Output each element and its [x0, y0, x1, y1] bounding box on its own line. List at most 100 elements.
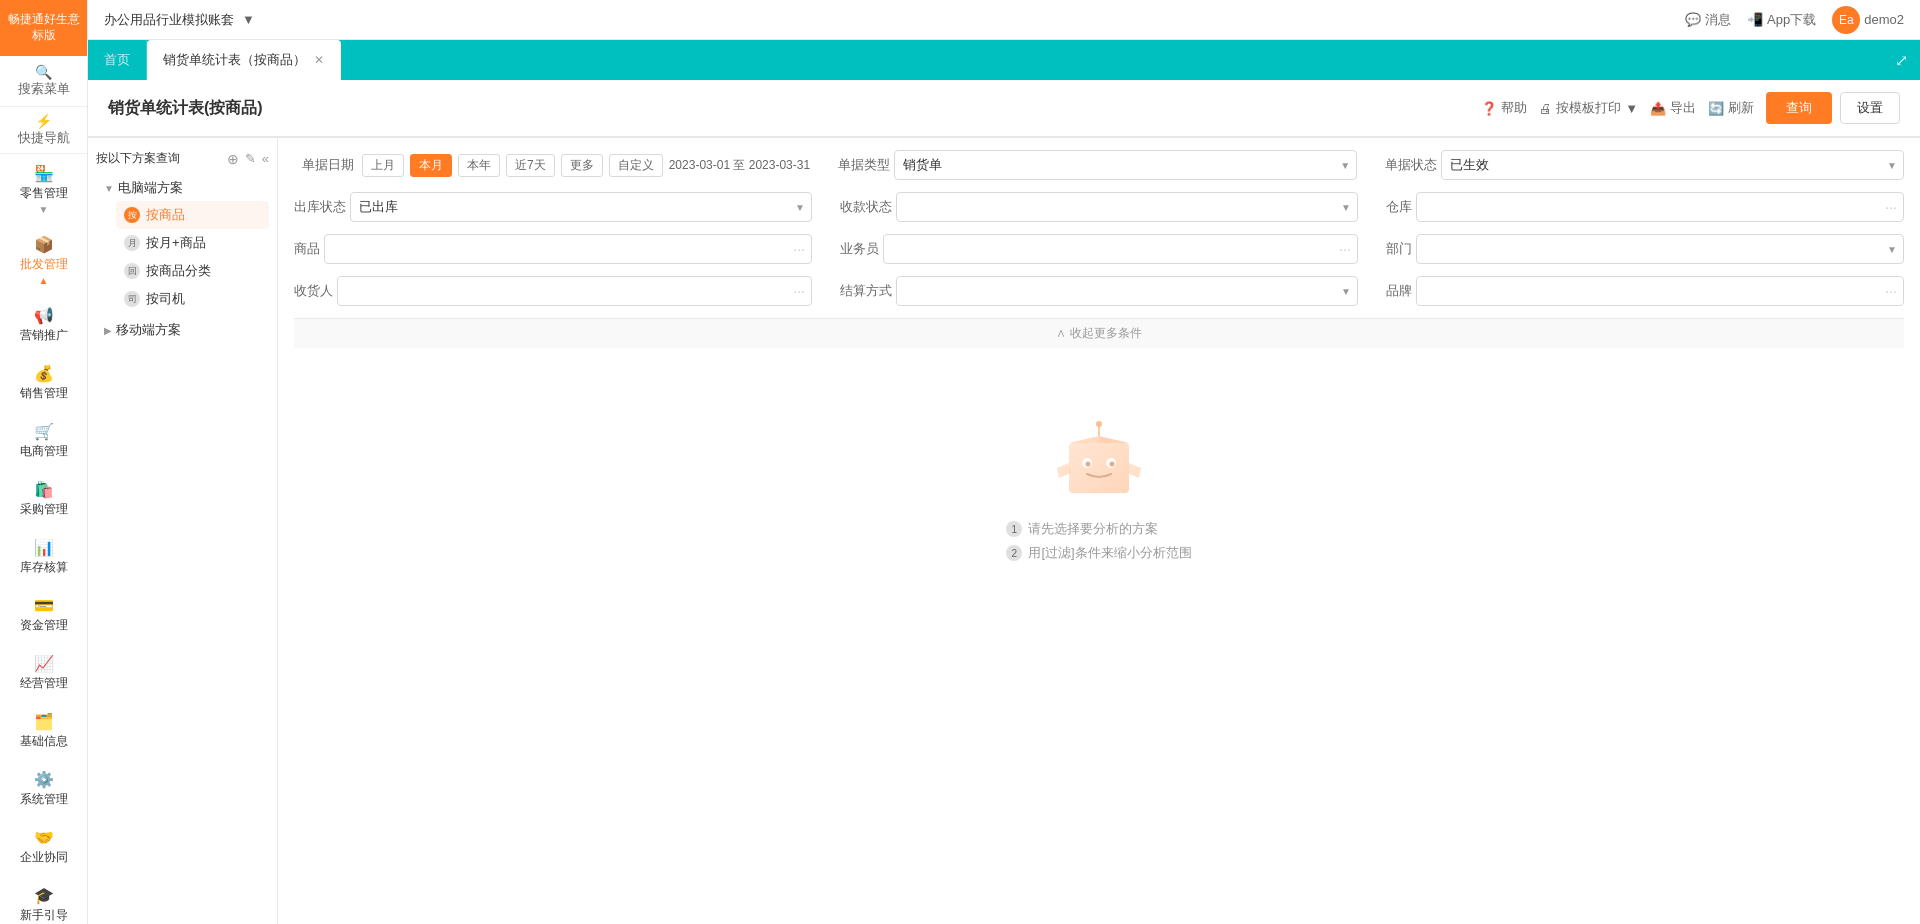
filter-row-3: 商品 ··· 业务员 ··· 部门 [294, 234, 1904, 264]
doc-status-filter: 单据状态 已生效 ▼ [1385, 150, 1904, 180]
by-category-label: 按商品分类 [146, 262, 211, 280]
date-btn-this-year[interactable]: 本年 [458, 154, 500, 177]
sidebar-item-inventory[interactable]: 📊 库存核算 [0, 528, 87, 586]
sidebar-item-basic[interactable]: 🗂️ 基础信息 [0, 702, 87, 760]
payment-method-input[interactable]: ▼ [896, 276, 1358, 306]
tree-item-by-clerk[interactable]: 司 按司机 [116, 285, 269, 313]
left-panel-title: 按以下方案查询 [96, 150, 180, 167]
add-scheme-icon[interactable]: ⊕ [227, 151, 239, 167]
guide-icon: 🎓 [34, 886, 54, 905]
department-input[interactable]: ▼ [1416, 234, 1904, 264]
ecommerce-icon: 🛒 [34, 422, 54, 441]
tree-item-by-month[interactable]: 月 按月+商品 [116, 229, 269, 257]
filter-row-2: 出库状态 已出库 ▼ 收款状态 ▼ 仓库 [294, 192, 1904, 222]
finance-label: 资金管理 [20, 617, 68, 634]
tree-mobile-section[interactable]: ▶ 移动端方案 [96, 317, 269, 343]
sidebar-item-ecommerce[interactable]: 🛒 电商管理 [0, 412, 87, 470]
tab-home[interactable]: 首页 [88, 40, 147, 80]
brand-input[interactable]: ··· [1416, 276, 1904, 306]
by-clerk-icon: 司 [124, 291, 140, 307]
svg-point-3 [1086, 462, 1091, 467]
operation-label: 经营管理 [20, 675, 68, 692]
ecommerce-label: 电商管理 [20, 443, 68, 460]
date-btn-last-month[interactable]: 上月 [362, 154, 404, 177]
industry-dropdown[interactable]: ▼ [242, 12, 255, 27]
collapse-bar[interactable]: ∧ 收起更多条件 [294, 318, 1904, 348]
department-label: 部门 [1386, 240, 1412, 258]
industry-label: 办公用品行业模拟账套 [104, 11, 234, 29]
basic-icon: 🗂️ [34, 712, 54, 731]
out-status-filter: 出库状态 已出库 ▼ [294, 192, 812, 222]
edit-scheme-icon[interactable]: ✎ [245, 151, 256, 167]
date-btn-more[interactable]: 更多 [561, 154, 603, 177]
left-panel-icons: ⊕ ✎ « [227, 151, 269, 167]
salesperson-input[interactable]: ··· [883, 234, 1358, 264]
mobile-section-label: 移动端方案 [116, 321, 181, 339]
salesperson-dots: ··· [1339, 241, 1351, 257]
sidebar-item-operation[interactable]: 📈 经营管理 [0, 644, 87, 702]
sidebar-item-sales[interactable]: 💰 销售管理 [0, 354, 87, 412]
help-btn[interactable]: ❓ 帮助 [1481, 99, 1527, 117]
tree-pc-arrow: ▼ [104, 183, 114, 194]
doc-status-label: 单据状态 [1385, 156, 1437, 174]
tree-mobile-arrow: ▶ [104, 325, 112, 336]
date-btn-this-month[interactable]: 本月 [410, 154, 452, 177]
query-button[interactable]: 查询 [1766, 92, 1832, 124]
product-label: 商品 [294, 240, 320, 258]
product-filter: 商品 ··· [294, 234, 812, 264]
settings-button[interactable]: 设置 [1840, 92, 1900, 124]
empty-tip-2: 2 用[过滤]条件来缩小分析范围 [1006, 544, 1191, 562]
warehouse-filter: 仓库 ··· [1386, 192, 1904, 222]
empty-illustration [1049, 408, 1149, 508]
date-range: 2023-03-01 至 2023-03-31 [669, 157, 810, 174]
sidebar-item-purchase[interactable]: 🛍️ 采购管理 [0, 470, 87, 528]
tree-pc-section[interactable]: ▼ 电脑端方案 [96, 175, 269, 201]
doc-type-input[interactable]: 销货单 ▼ [894, 150, 1357, 180]
sidebar-item-retail[interactable]: 🏪 零售管理 ▼ [0, 154, 87, 225]
sidebar-item-wholesale[interactable]: 📦 批发管理 ▲ [0, 225, 87, 296]
export-btn[interactable]: 📤 导出 [1650, 99, 1696, 117]
filter-row-1: 单据日期 上月 本月 本年 近7天 更多 自定义 2023-03-01 至 20… [294, 150, 1904, 180]
user-info[interactable]: Ea demo2 [1832, 6, 1904, 34]
payment-status-input[interactable]: ▼ [896, 192, 1358, 222]
tab-expand[interactable]: ⤢ [1883, 51, 1920, 70]
tab-close-icon[interactable]: ✕ [314, 53, 324, 67]
by-product-icon: 按 [124, 207, 140, 223]
message-btn[interactable]: 💬 消息 [1685, 11, 1731, 29]
tree-item-by-category[interactable]: 回 按商品分类 [116, 257, 269, 285]
tree-item-by-product[interactable]: 按 按商品 [116, 201, 269, 229]
app-download-btn[interactable]: 📲 App下载 [1747, 11, 1816, 29]
wholesale-label: 批发管理 [20, 256, 68, 273]
sidebar-item-marketing[interactable]: 📢 营销推广 [0, 296, 87, 354]
refresh-btn[interactable]: 🔄 刷新 [1708, 99, 1754, 117]
template-print-btn[interactable]: 🖨 按模板打印 ▼ [1539, 99, 1638, 117]
out-status-arrow: ▼ [795, 202, 805, 213]
sidebar-item-enterprise[interactable]: 🤝 企业协同 [0, 818, 87, 876]
primary-actions: 查询 设置 [1766, 92, 1900, 124]
inventory-label: 库存核算 [20, 559, 68, 576]
pc-section-label: 电脑端方案 [118, 179, 183, 197]
tab-sales-stat[interactable]: 销货单统计表（按商品） ✕ [147, 40, 341, 80]
out-status-input[interactable]: 已出库 ▼ [350, 192, 812, 222]
retail-arrow: ▼ [39, 204, 49, 215]
sidebar-search[interactable]: 🔍 搜索菜单 [0, 56, 87, 107]
department-filter: 部门 ▼ [1386, 234, 1904, 264]
sidebar-item-finance[interactable]: 💳 资金管理 [0, 586, 87, 644]
operation-icon: 📈 [34, 654, 54, 673]
sidebar-item-guide[interactable]: 🎓 新手引导 [0, 876, 87, 924]
warehouse-label: 仓库 [1386, 198, 1412, 216]
warehouse-input[interactable]: ··· [1416, 192, 1904, 222]
receiver-input[interactable]: ··· [337, 276, 812, 306]
doc-status-input[interactable]: 已生效 ▼ [1441, 150, 1904, 180]
collapse-panel-icon[interactable]: « [262, 151, 269, 167]
date-btn-7days[interactable]: 近7天 [506, 154, 555, 177]
by-category-icon: 回 [124, 263, 140, 279]
product-input[interactable]: ··· [324, 234, 812, 264]
enterprise-label: 企业协同 [20, 849, 68, 866]
tip-text-1: 请先选择要分析的方案 [1028, 520, 1158, 538]
receiver-dots: ··· [793, 283, 805, 299]
sidebar-item-system[interactable]: ⚙️ 系统管理 [0, 760, 87, 818]
date-btn-custom[interactable]: 自定义 [609, 154, 663, 177]
collapse-bar-label: ∧ 收起更多条件 [1056, 325, 1141, 342]
sidebar-quick-nav[interactable]: ⚡ 快捷导航 [0, 107, 87, 154]
